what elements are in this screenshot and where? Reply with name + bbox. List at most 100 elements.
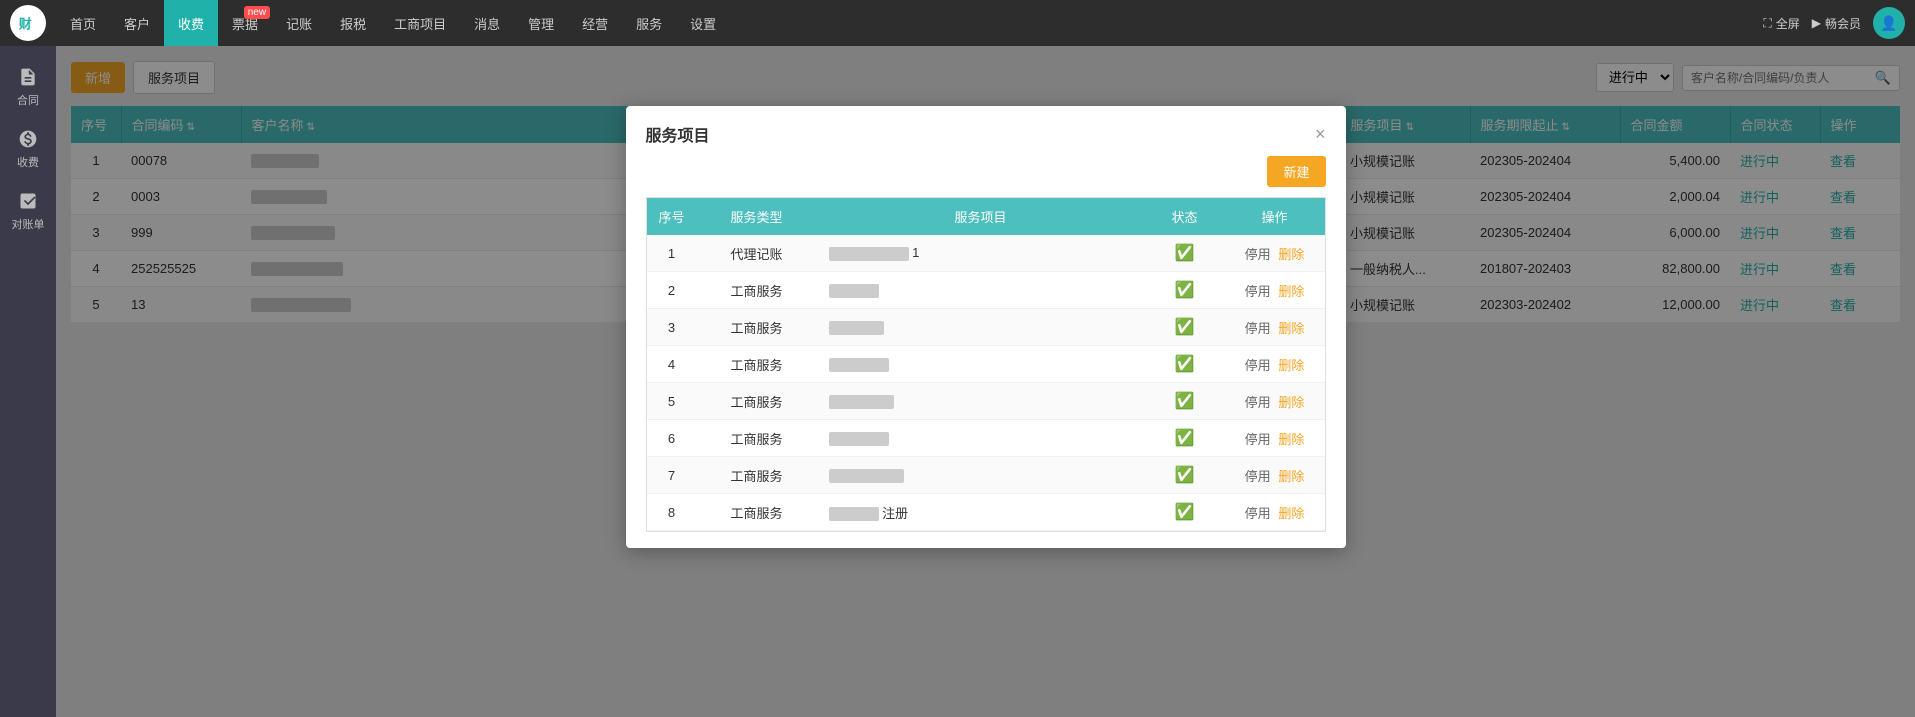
stop-action[interactable]: 停用 <box>1245 247 1271 262</box>
stop-action[interactable]: 停用 <box>1245 395 1271 410</box>
vip-icon: ▶ <box>1812 16 1821 30</box>
receipts-icon <box>17 128 39 150</box>
modal-cell-type: 工商服务 <box>697 309 817 346</box>
modal-cell-item <box>817 383 1145 420</box>
sidebar-label-reconcile: 对账单 <box>12 216 45 232</box>
nav-item-message[interactable]: 消息 <box>460 0 514 46</box>
modal-table-row: 6 工商服务 ✅ 停用 删除 <box>647 420 1325 457</box>
modal-cell-action: 停用 删除 <box>1225 346 1325 383</box>
modal-close-button[interactable]: × <box>1315 125 1326 143</box>
contract-icon <box>17 66 39 88</box>
modal-cell-action: 停用 删除 <box>1225 272 1325 309</box>
modal-cell-status: ✅ <box>1145 383 1225 420</box>
modal-table-wrap[interactable]: 序号 服务类型 服务项目 状态 操作 1 代理记账 1 ✅ 停用 <box>646 197 1326 532</box>
modal-table-row: 5 工商服务 ✅ 停用 删除 <box>647 383 1325 420</box>
modal-table-row: 8 工商服务 注册 ✅ 停用 删除 <box>647 494 1325 531</box>
delete-action[interactable]: 删除 <box>1278 358 1304 373</box>
main-content: 新增 服务项目 进行中已完成已终止 🔍 序号 合同编码⇅ 客户名称⇅ 服务项目⇅… <box>56 46 1915 717</box>
modal-col-seq: 序号 <box>647 198 697 235</box>
modal-cell-action: 停用 删除 <box>1225 420 1325 457</box>
svg-text:财: 财 <box>18 17 32 32</box>
stop-action[interactable]: 停用 <box>1245 358 1271 373</box>
modal-cell-seq: 1 <box>647 235 697 272</box>
status-active-icon: ✅ <box>1175 430 1195 447</box>
modal-cell-action: 停用 删除 <box>1225 383 1325 420</box>
nav-item-invoice[interactable]: 票据 new <box>218 0 272 46</box>
app-logo: 财 <box>10 5 46 41</box>
nav-item-tax[interactable]: 报税 <box>326 0 380 46</box>
delete-action[interactable]: 删除 <box>1278 506 1304 521</box>
modal-cell-seq: 3 <box>647 309 697 346</box>
modal-cell-status: ✅ <box>1145 494 1225 531</box>
modal-cell-action: 停用 删除 <box>1225 457 1325 494</box>
nav-item-client[interactable]: 客户 <box>110 0 164 46</box>
modal-toolbar: 新建 <box>646 156 1326 187</box>
sidebar-item-reconcile[interactable]: 对账单 <box>0 180 56 242</box>
modal-cell-type: 代理记账 <box>697 235 817 272</box>
nav-item-receipts[interactable]: 收费 <box>164 0 218 46</box>
delete-action[interactable]: 删除 <box>1278 432 1304 447</box>
nav-item-service[interactable]: 服务 <box>622 0 676 46</box>
vip-button[interactable]: ▶ 畅会员 <box>1812 15 1861 32</box>
stop-action[interactable]: 停用 <box>1245 469 1271 484</box>
modal-col-item: 服务项目 <box>817 198 1145 235</box>
delete-action[interactable]: 删除 <box>1278 321 1304 336</box>
modal-cell-type: 工商服务 <box>697 457 817 494</box>
status-active-icon: ✅ <box>1175 393 1195 410</box>
delete-action[interactable]: 删除 <box>1278 284 1304 299</box>
sidebar: 合同 收费 对账单 <box>0 46 56 717</box>
modal-cell-status: ✅ <box>1145 346 1225 383</box>
delete-action[interactable]: 删除 <box>1278 469 1304 484</box>
nav-item-ledger[interactable]: 记账 <box>272 0 326 46</box>
modal-cell-item: 注册 <box>817 494 1145 531</box>
modal-cell-seq: 4 <box>647 346 697 383</box>
modal-cell-status: ✅ <box>1145 235 1225 272</box>
modal-col-status: 状态 <box>1145 198 1225 235</box>
modal-cell-type: 工商服务 <box>697 420 817 457</box>
status-active-icon: ✅ <box>1175 356 1195 373</box>
avatar[interactable]: 👤 <box>1873 7 1905 39</box>
delete-action[interactable]: 删除 <box>1278 247 1304 262</box>
stop-action[interactable]: 停用 <box>1245 506 1271 521</box>
modal-header: 服务项目 × <box>626 106 1346 156</box>
sidebar-label-contract: 合同 <box>17 92 39 108</box>
fullscreen-button[interactable]: ⛶ 全屏 <box>1763 15 1799 32</box>
stop-action[interactable]: 停用 <box>1245 284 1271 299</box>
modal-body: 新建 序号 服务类型 服务项目 状态 操作 <box>626 156 1346 548</box>
reconcile-icon <box>17 190 39 212</box>
nav-item-manage[interactable]: 管理 <box>514 0 568 46</box>
modal-table-row: 7 工商服务 ✅ 停用 删除 <box>647 457 1325 494</box>
sidebar-item-contract[interactable]: 合同 <box>0 56 56 118</box>
modal-cell-seq: 5 <box>647 383 697 420</box>
nav-item-home[interactable]: 首页 <box>56 0 110 46</box>
modal-cell-item <box>817 272 1145 309</box>
modal-cell-seq: 7 <box>647 457 697 494</box>
nav-item-business[interactable]: 工商项目 <box>380 0 460 46</box>
sidebar-label-receipts: 收费 <box>17 154 39 170</box>
modal-service-table: 序号 服务类型 服务项目 状态 操作 1 代理记账 1 ✅ 停用 <box>647 198 1325 531</box>
modal-cell-type: 工商服务 <box>697 383 817 420</box>
stop-action[interactable]: 停用 <box>1245 321 1271 336</box>
status-active-icon: ✅ <box>1175 504 1195 521</box>
sidebar-item-receipts[interactable]: 收费 <box>0 118 56 180</box>
modal-cell-item <box>817 346 1145 383</box>
modal-cell-status: ✅ <box>1145 420 1225 457</box>
modal-cell-status: ✅ <box>1145 272 1225 309</box>
modal-table-row: 3 工商服务 ✅ 停用 删除 <box>647 309 1325 346</box>
modal-cell-item <box>817 309 1145 346</box>
modal-cell-item <box>817 420 1145 457</box>
nav-item-settings[interactable]: 设置 <box>676 0 730 46</box>
modal-cell-type: 工商服务 <box>697 346 817 383</box>
fullscreen-icon: ⛶ <box>1763 16 1771 31</box>
modal-cell-item <box>817 457 1145 494</box>
modal-col-action: 操作 <box>1225 198 1325 235</box>
modal-cell-action: 停用 删除 <box>1225 235 1325 272</box>
delete-action[interactable]: 删除 <box>1278 395 1304 410</box>
top-navigation: 财 首页 客户 收费 票据 new 记账 报税 工商项目 消息 管理 经营 服务… <box>0 0 1915 46</box>
nav-item-finance[interactable]: 经营 <box>568 0 622 46</box>
modal-new-button[interactable]: 新建 <box>1267 156 1325 187</box>
modal-cell-type: 工商服务 <box>697 272 817 309</box>
stop-action[interactable]: 停用 <box>1245 432 1271 447</box>
modal-col-type: 服务类型 <box>697 198 817 235</box>
modal-table-row: 4 工商服务 ✅ 停用 删除 <box>647 346 1325 383</box>
